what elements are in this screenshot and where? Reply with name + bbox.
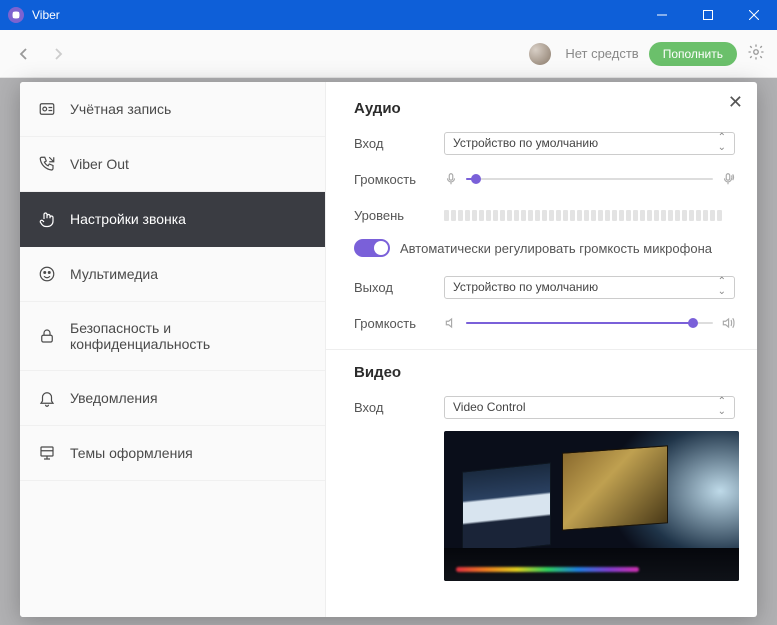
chevron-updown-icon: ⌃⌄ [718,277,726,297]
mic-low-icon [444,172,458,186]
chevron-updown-icon: ⌃⌄ [718,397,726,417]
sidebar-item-notifications[interactable]: Уведомления [20,371,325,426]
settings-content: ✕ Аудио Вход Устройство по умолчанию ⌃⌄ … [326,82,757,617]
minimize-button[interactable] [639,0,685,30]
camera-preview [444,431,739,581]
sidebar-item-label: Учётная запись [70,101,171,117]
balance-text: Нет средств [565,46,638,61]
settings-sidebar: Учётная запись Viber Out Настройки звонк… [20,82,326,617]
audio-input-select[interactable]: Устройство по умолчанию ⌃⌄ [444,132,735,155]
chevron-updown-icon: ⌃⌄ [718,133,726,153]
theme-icon [38,444,56,462]
bell-icon [38,389,56,407]
level-row: Уровень [354,203,735,227]
video-input-label: Вход [354,400,444,415]
hand-cursor-icon [38,210,56,228]
window-controls [639,0,777,30]
window-title: Viber [32,8,639,22]
speaker-high-icon [721,316,735,330]
audio-output-select[interactable]: Устройство по умолчанию ⌃⌄ [444,276,735,299]
nav-back-button[interactable] [12,42,36,66]
sidebar-item-themes[interactable]: Темы оформления [20,426,325,481]
audio-input-value: Устройство по умолчанию [453,136,598,150]
titlebar: Viber [0,0,777,30]
settings-icon[interactable] [747,43,765,64]
level-label: Уровень [354,208,444,223]
sidebar-item-call-settings[interactable]: Настройки звонка [20,192,325,247]
phone-out-icon [38,155,56,173]
sidebar-item-label: Viber Out [70,156,129,172]
maximize-button[interactable] [685,0,731,30]
output-volume-slider[interactable] [466,322,713,324]
sidebar-item-label: Темы оформления [70,445,193,461]
topup-button[interactable]: Пополнить [649,42,737,66]
mic-high-icon [721,172,735,186]
sidebar-item-label: Настройки звонка [70,211,186,227]
sidebar-item-security[interactable]: Безопасность и конфиденциальность [20,302,325,371]
close-modal-button[interactable]: ✕ [728,92,743,113]
video-input-value: Video Control [453,400,526,414]
audio-output-value: Устройство по умолчанию [453,280,598,294]
video-input-select[interactable]: Video Control ⌃⌄ [444,396,735,419]
nav-forward-button[interactable] [46,42,70,66]
sidebar-item-multimedia[interactable]: Мультимедиа [20,247,325,302]
sidebar-item-label: Уведомления [70,390,158,406]
app-icon [8,7,24,23]
output-volume-label: Громкость [354,316,444,331]
sidebar-item-viber-out[interactable]: Viber Out [20,137,325,192]
level-meter [444,210,735,221]
sidebar-item-label: Безопасность и конфиденциальность [70,320,307,352]
sidebar-item-label: Мультимедиа [70,266,158,282]
input-volume-row: Громкость [354,167,735,191]
video-input-row: Вход Video Control ⌃⌄ [354,395,735,419]
sidebar-item-account[interactable]: Учётная запись [20,82,325,137]
app-header: Нет средств Пополнить [0,30,777,78]
output-volume-row: Громкость [354,311,735,335]
close-button[interactable] [731,0,777,30]
auto-gain-toggle[interactable] [354,239,390,257]
audio-output-label: Выход [354,280,444,295]
settings-modal: Учётная запись Viber Out Настройки звонк… [20,82,757,617]
audio-input-label: Вход [354,136,444,151]
section-divider [326,349,757,350]
multimedia-icon [38,265,56,283]
audio-output-row: Выход Устройство по умолчанию ⌃⌄ [354,275,735,299]
auto-gain-label: Автоматически регулировать громкость мик… [400,241,712,256]
audio-heading: Аудио [354,100,735,117]
input-volume-label: Громкость [354,172,444,187]
speaker-low-icon [444,316,458,330]
audio-input-row: Вход Устройство по умолчанию ⌃⌄ [354,131,735,155]
input-volume-slider[interactable] [466,178,713,180]
account-icon [38,100,56,118]
video-heading: Видео [354,364,735,381]
avatar[interactable] [529,43,551,65]
auto-gain-row: Автоматически регулировать громкость мик… [354,239,735,257]
lock-icon [38,327,56,345]
